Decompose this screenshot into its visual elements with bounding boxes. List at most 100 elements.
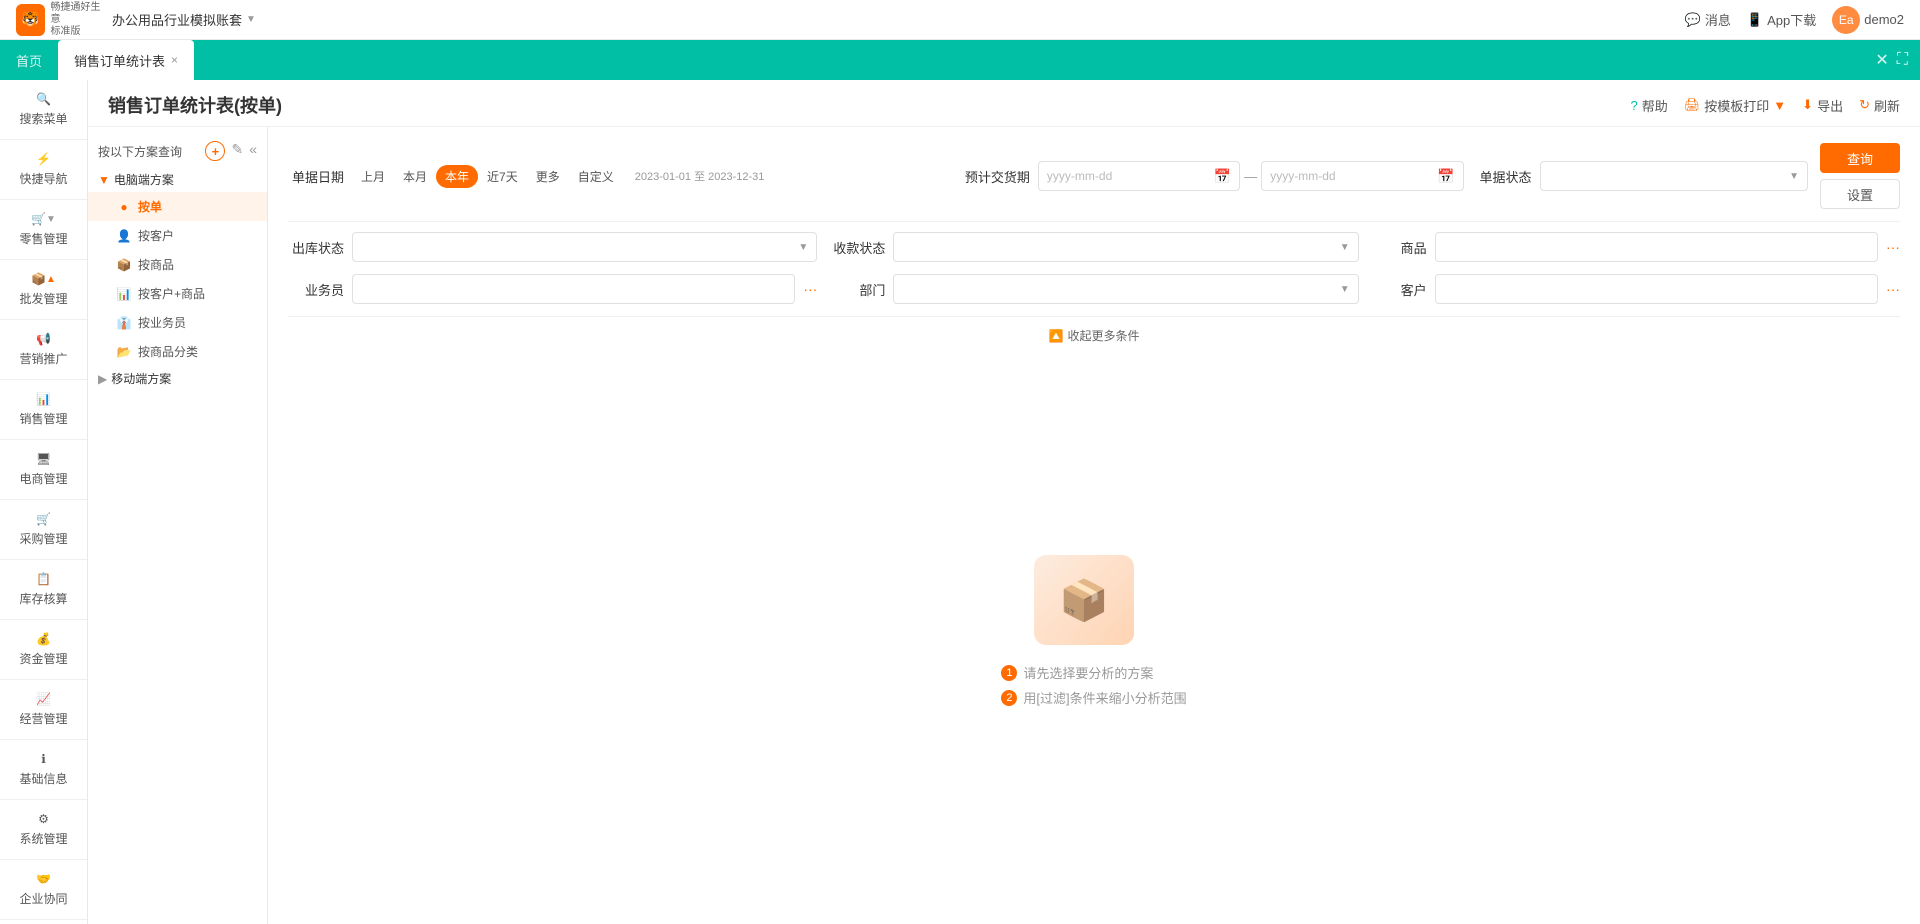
panel-item-by-order[interactable]: ● 按单 [88,192,267,221]
print-label: 按模板打印 [1704,96,1769,115]
filter-out-status-item: 出库状态 ▼ [288,232,817,262]
app-selector[interactable]: 办公用品行业模拟账套 ▼ [112,10,1677,29]
by-salesman-icon: 👔 [116,315,132,331]
customer-label: 客户 [1371,280,1427,299]
date-tab-7days[interactable]: 近7天 [478,165,527,188]
sidebar-item-marketing[interactable]: 📢 营销推广 [0,320,87,380]
sidebar-item-sales[interactable]: 📊 销售管理 [0,380,87,440]
filter-status-item: 单据状态 ▼ [1476,161,1808,191]
panel-item-by-salesman[interactable]: 👔 按业务员 [88,308,267,337]
sales-icon: 📊 [36,392,51,406]
sidebar-label-inventory: 库存核算 [19,590,67,607]
filter-date-item: 单据日期 上月 本月 本年 近7天 更多 自定义 2023-01-01 至 20… [288,165,953,188]
salesman-more-btn[interactable]: ··· [803,281,817,297]
panel-add-btn[interactable]: + [205,141,225,161]
sidebar-label-retail: 零售管理 [19,230,67,247]
export-label: 导出 [1817,96,1843,115]
section-mobile-label: 移动端方案 [111,370,171,387]
expected-date-start[interactable]: yyyy-mm-dd 📅 [1038,161,1240,191]
status-select[interactable]: ▼ [1540,161,1808,191]
sidebar-item-search[interactable]: 🔍 搜索菜单 [0,80,87,140]
content-area: 销售订单统计表(按单) ? 帮助 🖨 按模板打印 ▼ ⬇ 导出 ↻ 刷新 [88,80,1920,924]
export-btn[interactable]: ⬇ 导出 [1802,96,1843,115]
print-arrow-icon: ▼ [1773,98,1786,113]
sidebar-item-purchase[interactable]: 🛒 采购管理 [0,500,87,560]
app-download-label: App下载 [1767,10,1816,29]
search-icon: 🔍 [36,92,51,106]
empty-step-1: 1 请先选择要分析的方案 [1001,663,1186,682]
date-tab-more[interactable]: 更多 [527,165,569,188]
wholesale-icon: 📦 [31,272,46,286]
filter-receive-status-item: 收款状态 ▼ [829,232,1358,262]
app-name-label: 办公用品行业模拟账套 [112,10,242,29]
ecommerce-icon: 🖥 [36,452,51,466]
date-tab-last-month[interactable]: 上月 [352,165,394,188]
date-end-calendar-icon: 📅 [1437,168,1454,185]
user-menu[interactable]: Ea demo2 [1832,6,1904,34]
by-goods-category-label: 按商品分类 [138,343,198,360]
date-tab-custom[interactable]: 自定义 [569,165,623,188]
expected-date-end[interactable]: yyyy-mm-dd 📅 [1261,161,1463,191]
by-salesman-label: 按业务员 [138,314,186,331]
out-status-label: 出库状态 [288,238,344,257]
panel-item-by-customer[interactable]: 👤 按客户 [88,221,267,250]
customer-more-btn[interactable]: ··· [1886,281,1900,297]
cooperation-icon: 🤝 [36,872,51,886]
panel-edit-btn[interactable]: ✎ [231,141,243,161]
tab-sales-label: 销售订单统计表 [74,51,165,70]
page-header: 销售订单统计表(按单) ? 帮助 🖨 按模板打印 ▼ ⬇ 导出 ↻ 刷新 [88,80,1920,127]
date-tab-this-year[interactable]: 本年 [436,165,478,188]
by-customer-goods-icon: 📊 [116,286,132,302]
sidebar-item-system[interactable]: ⚙ 系统管理 [0,800,87,860]
goods-input[interactable] [1435,232,1878,262]
sidebar-item-cooperation[interactable]: 🤝 企业协同 [0,860,87,920]
app-download-btn[interactable]: 📱 App下载 [1747,10,1816,29]
tab-maximize-btn[interactable]: ⛶ [1897,51,1908,69]
sidebar-item-ecommerce[interactable]: 🖥 电商管理 [0,440,87,500]
sidebar-item-wholesale[interactable]: 📦 ▲ 批发管理 [0,260,87,320]
filter-customer-item: 客户 ··· [1371,274,1900,304]
goods-label: 商品 [1371,238,1427,257]
finance-icon: 💰 [36,632,51,646]
by-customer-icon: 👤 [116,228,132,244]
query-button[interactable]: 查询 [1820,143,1900,173]
sidebar-item-basic[interactable]: ℹ 基础信息 [0,740,87,800]
mobile-section-arrow-icon: ▶ [98,372,107,386]
sidebar-item-retail[interactable]: 🛒 ▼ 零售管理 [0,200,87,260]
panel-item-by-goods[interactable]: 📦 按商品 [88,250,267,279]
print-btn[interactable]: 🖨 按模板打印 ▼ [1684,96,1786,115]
department-select[interactable]: ▼ [893,274,1358,304]
tab-bar: 首页 销售订单统计表 × ✕ ⛶ [0,40,1920,80]
setting-button[interactable]: 设置 [1820,179,1900,209]
panel-collapse-btn[interactable]: « [249,141,257,161]
empty-step1-label: 请先选择要分析的方案 [1023,663,1153,682]
logo-area: 🐯 畅捷通好生意 标准版 [16,2,104,38]
customer-input[interactable] [1435,274,1878,304]
out-status-select[interactable]: ▼ [352,232,817,262]
messages-btn[interactable]: 💬 消息 [1685,10,1731,29]
sidebar-item-guide[interactable]: 📖 新手引导 [0,920,87,924]
sidebar-item-shortcut[interactable]: ⚡ 快捷导航 [0,140,87,200]
panel-item-by-customer-goods[interactable]: 📊 按客户+商品 [88,279,267,308]
panel-section-desktop[interactable]: ▼ 电脑端方案 [88,167,267,192]
sidebar-item-finance[interactable]: 💰 资金管理 [0,620,87,680]
date-start-calendar-icon: 📅 [1214,168,1231,185]
help-btn[interactable]: ? 帮助 [1631,96,1668,115]
sidebar-label-search: 搜索菜单 [19,110,67,127]
date-tab-this-month[interactable]: 本月 [394,165,436,188]
panel-section-mobile[interactable]: ▶ 移动端方案 [88,366,267,391]
section-desktop-label: 电脑端方案 [114,171,174,188]
tab-close-icon[interactable]: × [171,53,178,67]
receive-status-select[interactable]: ▼ [893,232,1358,262]
refresh-btn[interactable]: ↻ 刷新 [1859,96,1900,115]
panel-item-by-goods-category[interactable]: 📂 按商品分类 [88,337,267,366]
salesman-input[interactable] [352,274,795,304]
goods-more-btn[interactable]: ··· [1886,239,1900,255]
tab-sales-order[interactable]: 销售订单统计表 × [58,40,194,80]
sidebar-item-operation[interactable]: 📈 经营管理 [0,680,87,740]
tab-home[interactable]: 首页 [0,40,58,80]
sidebar-item-inventory[interactable]: 📋 库存核算 [0,560,87,620]
by-goods-icon: 📦 [116,257,132,273]
tab-close-window-btn[interactable]: ✕ [1875,50,1888,70]
collapse-bar[interactable]: 🔼 收起更多条件 [288,316,1900,354]
